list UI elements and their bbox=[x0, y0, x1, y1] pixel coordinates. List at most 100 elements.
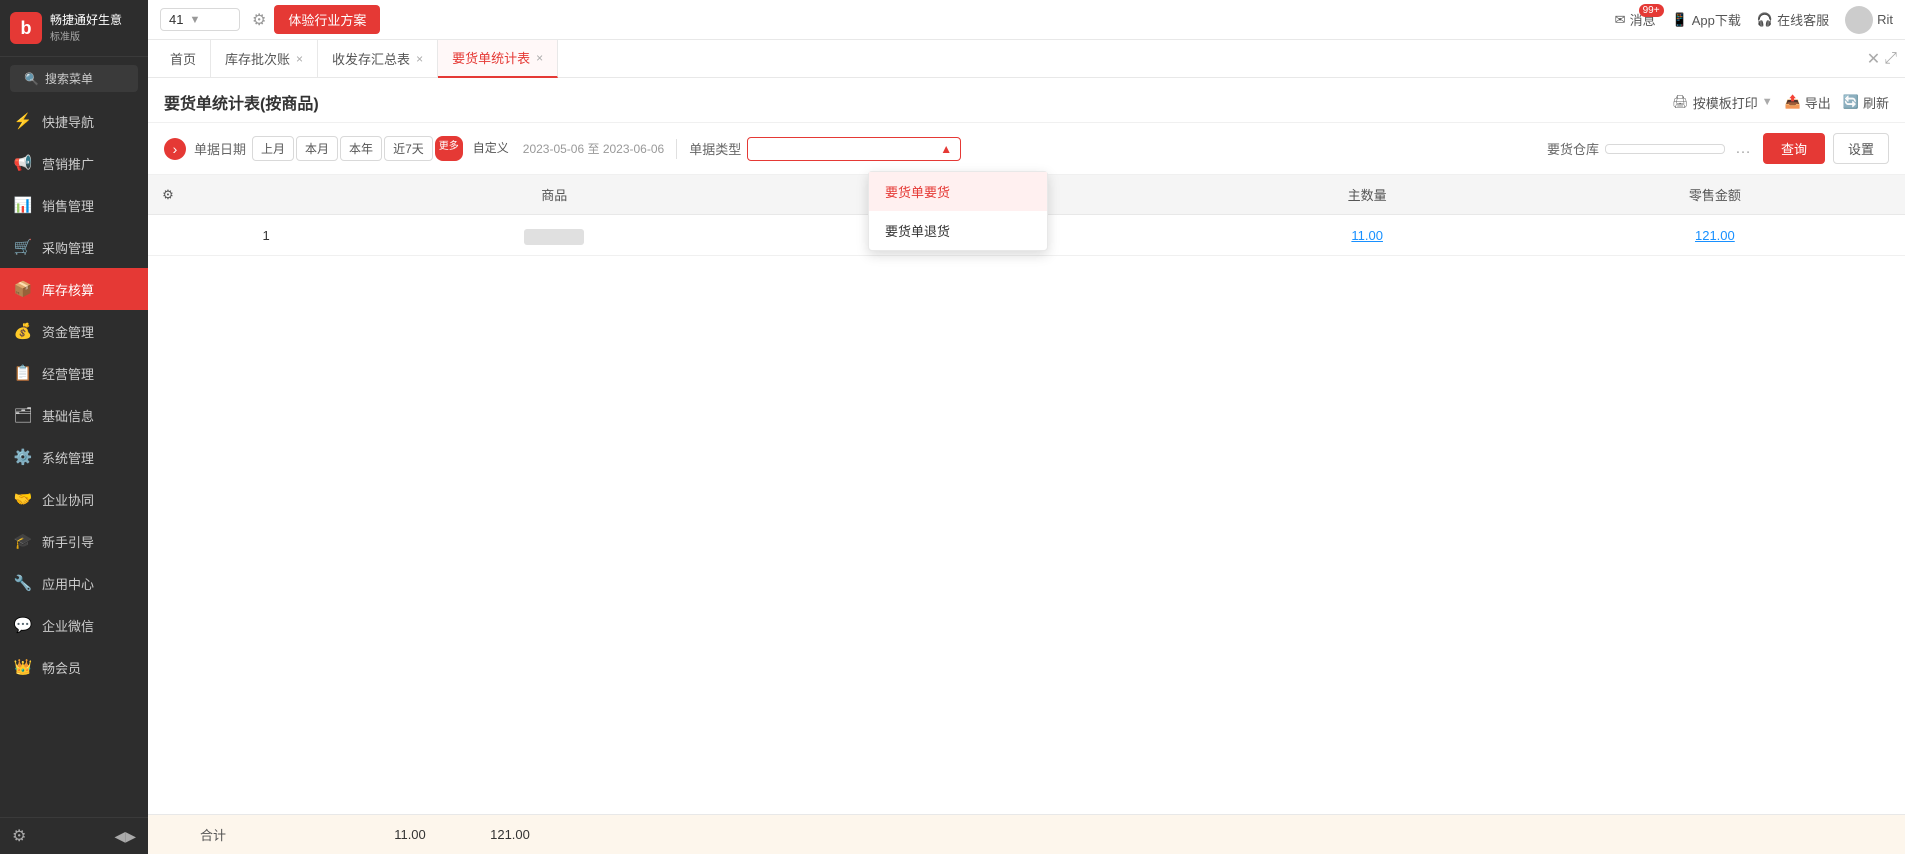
date-btn-this-year[interactable]: 本年 bbox=[340, 136, 382, 161]
app-name: 畅捷通好生意 bbox=[50, 13, 122, 29]
sidebar-item-marketing[interactable]: 📢 营销推广 bbox=[0, 142, 148, 184]
row-qty: 11.00 bbox=[1210, 215, 1525, 256]
user-area[interactable]: Rit bbox=[1845, 6, 1893, 34]
print-template-btn[interactable]: 🖨 按模板打印 ▼ bbox=[1672, 93, 1772, 112]
settings-btn[interactable]: 设置 bbox=[1833, 133, 1889, 164]
purchase-label: 采购管理 bbox=[42, 238, 94, 257]
filter-expand-btn[interactable]: › bbox=[164, 138, 186, 160]
dropdown-item-order-return[interactable]: 要货单退货 bbox=[869, 211, 1047, 250]
sidebar-item-quick-nav[interactable]: ⚡ 快捷导航 bbox=[0, 100, 148, 142]
app-download-btn[interactable]: 📱 App下载 bbox=[1672, 10, 1741, 29]
search-label: 搜索菜单 bbox=[45, 70, 93, 87]
sidebar-item-member[interactable]: 👑 畅会员 bbox=[0, 646, 148, 688]
tabs-close-all-btn[interactable]: ✕ bbox=[1867, 49, 1880, 69]
type-select[interactable]: ▲ bbox=[747, 137, 961, 161]
trial-btn[interactable]: 体验行业方案 bbox=[274, 5, 380, 34]
topbar-dropdown[interactable]: 41 ▼ bbox=[160, 8, 240, 31]
marketing-icon: 📢 bbox=[12, 152, 34, 174]
system-icon: ⚙️ bbox=[12, 446, 34, 468]
table-settings-icon[interactable]: ⚙ bbox=[162, 187, 174, 202]
query-btn[interactable]: 查询 bbox=[1763, 133, 1825, 164]
filter-date-group: 单据日期 上月 本月 本年 近7天 更多 自定义 2023-05-06 至 20… bbox=[194, 136, 664, 161]
col-header-qty: 主数量 bbox=[1210, 175, 1525, 215]
basic-label: 基础信息 bbox=[42, 406, 94, 425]
sidebar-item-apps[interactable]: 🔧 应用中心 bbox=[0, 562, 148, 604]
messages-btn[interactable]: ✉ 消息 99+ bbox=[1615, 10, 1656, 29]
sidebar-item-purchase[interactable]: 🛒 采购管理 bbox=[0, 226, 148, 268]
phone-icon: 📱 bbox=[1672, 12, 1688, 28]
dropdown-item-order-goods[interactable]: 要货单要货 bbox=[869, 172, 1047, 211]
purchase-icon: 🛒 bbox=[12, 236, 34, 258]
warehouse-input[interactable] bbox=[1605, 144, 1725, 154]
tab-order-stats-close[interactable]: × bbox=[536, 51, 543, 65]
wechat-label: 企业微信 bbox=[42, 616, 94, 635]
app-version: 标准版 bbox=[50, 28, 122, 43]
message-icon: ✉ bbox=[1615, 12, 1626, 28]
print-label: 按模板打印 bbox=[1693, 93, 1758, 112]
settings-bottom-icon[interactable]: ⚙ bbox=[12, 826, 26, 846]
date-btn-custom[interactable]: 自定义 bbox=[465, 136, 517, 161]
sidebar-item-inventory[interactable]: 📦 库存核算 bbox=[0, 268, 148, 310]
member-icon: 👑 bbox=[12, 656, 34, 678]
sidebar-search[interactable]: 🔍 搜索菜单 bbox=[10, 65, 138, 92]
topbar-gear-icon[interactable]: ⚙ bbox=[252, 10, 266, 30]
date-btn-prev-month[interactable]: 上月 bbox=[252, 136, 294, 161]
online-service-btn[interactable]: 🎧 在线客服 bbox=[1757, 10, 1829, 29]
table-footer: 合计 11.00 121.00 bbox=[148, 814, 1905, 854]
export-btn[interactable]: 📤 导出 bbox=[1785, 93, 1831, 112]
apps-icon: 🔧 bbox=[12, 572, 34, 594]
tab-delivery-summary-close[interactable]: × bbox=[416, 52, 423, 66]
tab-delivery-summary-label: 收发存汇总表 bbox=[332, 49, 410, 68]
enterprise-icon: 🤝 bbox=[12, 488, 34, 510]
tabs-bar: 首页 库存批次账 × 收发存汇总表 × 要货单统计表 × ✕ ⤢ bbox=[148, 40, 1905, 78]
sidebar-item-basic[interactable]: 🗂 基础信息 bbox=[0, 394, 148, 436]
tab-inventory-batch[interactable]: 库存批次账 × bbox=[211, 40, 318, 78]
sidebar-item-wechat[interactable]: 💬 企业微信 bbox=[0, 604, 148, 646]
tab-order-stats[interactable]: 要货单统计表 × bbox=[438, 40, 558, 78]
date-btn-recent7[interactable]: 近7天 bbox=[384, 136, 433, 161]
more-options-btn[interactable]: … bbox=[1731, 140, 1755, 158]
inventory-icon: 📦 bbox=[12, 278, 34, 300]
type-select-arrow-icon: ▲ bbox=[940, 142, 952, 156]
col-header-goods: 商品 bbox=[344, 175, 764, 215]
date-btn-this-month[interactable]: 本月 bbox=[296, 136, 338, 161]
enterprise-label: 企业协同 bbox=[42, 490, 94, 509]
refresh-label: 刷新 bbox=[1863, 93, 1889, 112]
member-label: 畅会员 bbox=[42, 658, 81, 677]
quick-nav-label: 快捷导航 bbox=[42, 112, 94, 131]
type-dropdown-popup: 要货单要货 要货单退货 bbox=[868, 171, 1048, 251]
row-goods bbox=[344, 215, 764, 256]
filter-type-group: 单据类型 ▲ bbox=[689, 137, 1539, 161]
col-header-amount: 零售金额 bbox=[1525, 175, 1905, 215]
tab-home-label: 首页 bbox=[170, 49, 196, 68]
export-icon: 📤 bbox=[1785, 94, 1801, 110]
tab-delivery-summary[interactable]: 收发存汇总表 × bbox=[318, 40, 438, 78]
refresh-btn[interactable]: 🔄 刷新 bbox=[1843, 93, 1889, 112]
tab-home[interactable]: 首页 bbox=[156, 40, 211, 78]
sidebar-item-guide[interactable]: 🎓 新手引导 bbox=[0, 520, 148, 562]
warehouse-filter-label: 要货仓库 bbox=[1547, 139, 1599, 158]
page-actions: 🖨 按模板打印 ▼ 📤 导出 🔄 刷新 bbox=[1672, 93, 1889, 112]
sidebar-item-enterprise[interactable]: 🤝 企业协同 bbox=[0, 478, 148, 520]
page-container: 要货单统计表(按商品) 🖨 按模板打印 ▼ 📤 导出 🔄 刷新 bbox=[148, 78, 1905, 854]
content-area: 要货单统计表(按商品) 🖨 按模板打印 ▼ 📤 导出 🔄 刷新 bbox=[148, 78, 1905, 854]
goods-blurred bbox=[524, 229, 584, 245]
system-label: 系统管理 bbox=[42, 448, 94, 467]
tab-inventory-batch-close[interactable]: × bbox=[296, 52, 303, 66]
dropdown-item-order-goods-label: 要货单要货 bbox=[885, 182, 950, 201]
tab-inventory-batch-label: 库存批次账 bbox=[225, 49, 290, 68]
recent7-hot-badge: 更多 bbox=[435, 136, 463, 161]
row-settings-cell bbox=[148, 215, 188, 256]
quick-nav-icon: ⚡ bbox=[12, 110, 34, 132]
sidebar-item-sales[interactable]: 📊 销售管理 bbox=[0, 184, 148, 226]
footer-qty: 11.00 bbox=[360, 827, 460, 842]
sidebar-item-system[interactable]: ⚙️ 系统管理 bbox=[0, 436, 148, 478]
sidebar-toggle-btn[interactable]: ◀▶ bbox=[114, 828, 136, 845]
print-arrow-icon: ▼ bbox=[1762, 96, 1773, 108]
tabs-expand-btn[interactable]: ⤢ bbox=[1884, 50, 1897, 68]
apps-label: 应用中心 bbox=[42, 574, 94, 593]
sidebar-item-finance[interactable]: 💰 资金管理 bbox=[0, 310, 148, 352]
sidebar-item-operations[interactable]: 📋 经营管理 bbox=[0, 352, 148, 394]
export-label: 导出 bbox=[1805, 93, 1831, 112]
filter-date-btns: 上月 本月 本年 近7天 更多 自定义 bbox=[252, 136, 517, 161]
